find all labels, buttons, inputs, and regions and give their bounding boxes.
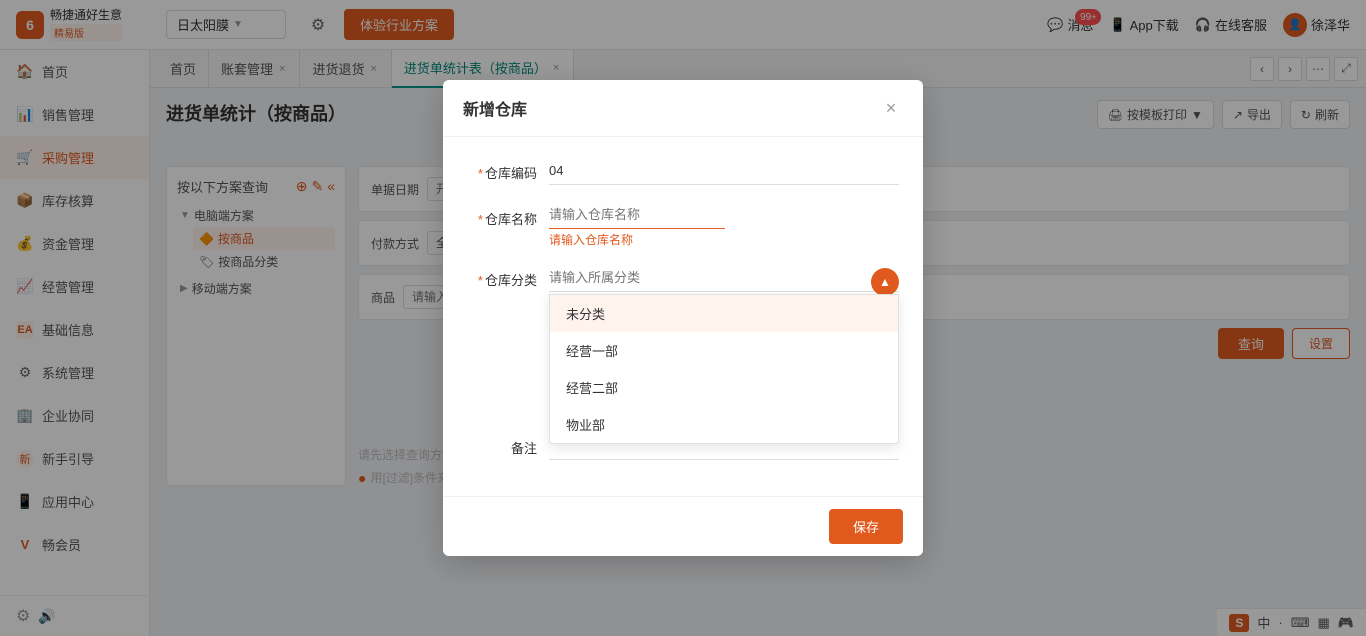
code-label: *仓库编码 <box>467 157 537 182</box>
category-dropdown: 未分类 经营一部 经营二部 物业部 <box>549 294 899 444</box>
notes-label: 备注 <box>467 432 537 457</box>
modal-title: 新增仓库 <box>463 96 527 120</box>
save-button[interactable]: 保存 <box>829 509 903 544</box>
code-field-row: *仓库编码 <box>467 157 899 185</box>
new-warehouse-modal: 新增仓库 × *仓库编码 *仓库名称 请输入仓库名称 <box>443 80 923 556</box>
name-error-message: 请输入仓库名称 <box>549 233 633 247</box>
name-input[interactable] <box>549 201 725 229</box>
dropdown-item-ops2[interactable]: 经营二部 <box>550 369 898 406</box>
category-toggle-button[interactable]: ▲ <box>871 268 899 296</box>
category-field-row: *仓库分类 ▲ 未分类 经营一部 经营二部 物业部 <box>467 264 899 292</box>
category-label: *仓库分类 <box>467 264 537 289</box>
name-label: *仓库名称 <box>467 203 537 228</box>
category-input[interactable] <box>549 264 899 292</box>
modal-body: *仓库编码 *仓库名称 请输入仓库名称 *仓库分类 <box>443 137 923 496</box>
code-input[interactable] <box>549 157 899 185</box>
dropdown-item-none[interactable]: 未分类 <box>550 295 898 332</box>
modal-close-button[interactable]: × <box>879 96 903 120</box>
modal-overlay: 新增仓库 × *仓库编码 *仓库名称 请输入仓库名称 <box>0 0 1366 636</box>
modal-footer: 保存 <box>443 496 923 556</box>
dropdown-item-property[interactable]: 物业部 <box>550 406 898 443</box>
modal-header: 新增仓库 × <box>443 80 923 137</box>
category-wrapper: ▲ <box>549 264 899 292</box>
name-field-row: *仓库名称 请输入仓库名称 <box>467 201 899 248</box>
dropdown-item-ops1[interactable]: 经营一部 <box>550 332 898 369</box>
